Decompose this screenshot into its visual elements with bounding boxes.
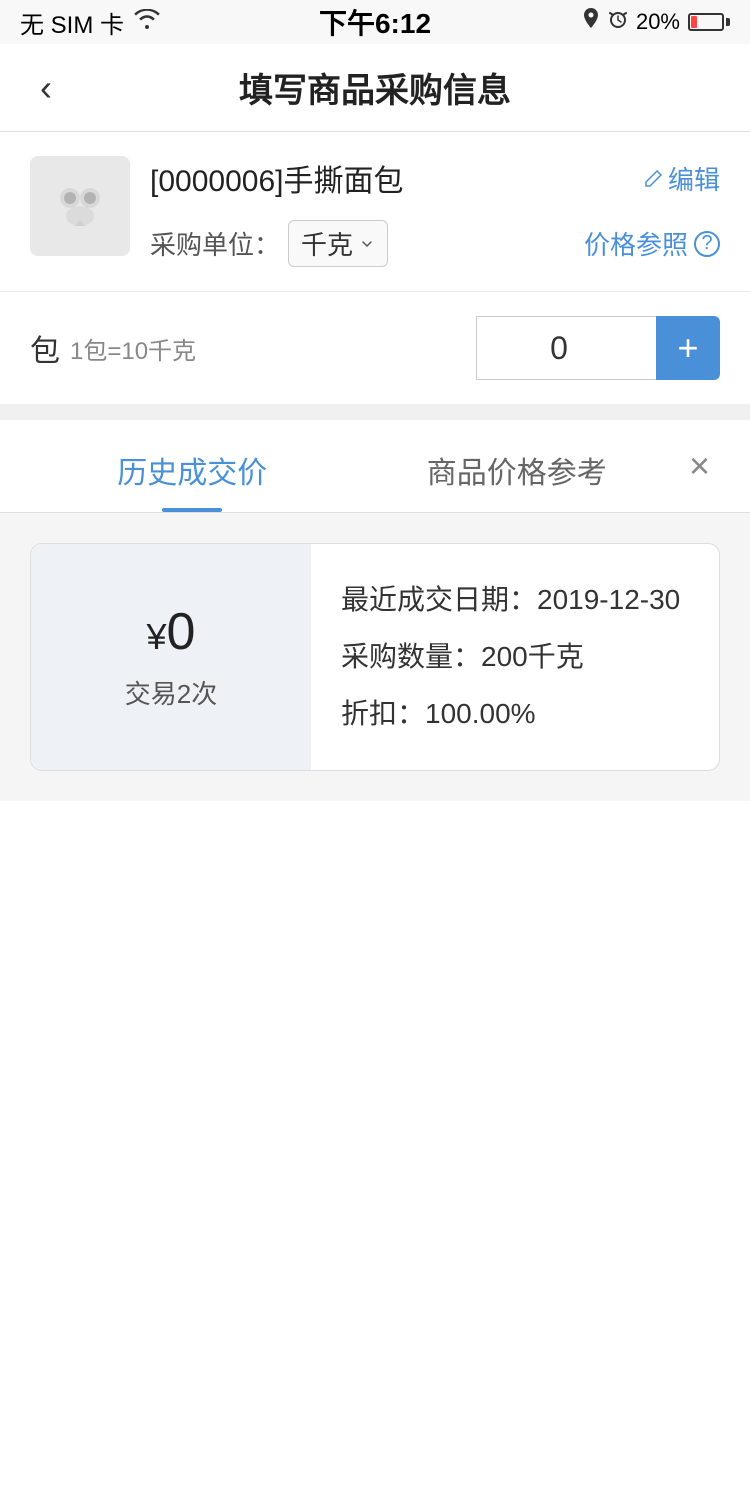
carrier-label: 无 SIM 卡 xyxy=(20,5,124,40)
quantity-plus-button[interactable]: + xyxy=(656,316,720,380)
page-title: 填写商品采购信息 xyxy=(239,63,511,112)
product-thumbnail xyxy=(30,156,130,256)
unit-info: 包 1包=10千克 xyxy=(30,326,196,370)
quantity-input[interactable] xyxy=(476,316,656,380)
page-bottom xyxy=(0,801,750,1501)
product-section: [0000006]手撕面包 编辑 采购单位： 千克 xyxy=(0,132,750,291)
nav-bar: ‹ 填写商品采购信息 xyxy=(0,44,750,132)
price-card: ¥0 交易2次 最近成交日期：2019-12-30 采购数量：200千克 折扣：… xyxy=(30,543,720,771)
card-section: ¥0 交易2次 最近成交日期：2019-12-30 采购数量：200千克 折扣：… xyxy=(0,513,750,801)
battery-icon xyxy=(688,13,730,31)
back-button[interactable]: ‹ xyxy=(30,57,62,119)
trade-count: 交易2次 xyxy=(125,674,217,711)
tab-price-reference[interactable]: 商品价格参考 xyxy=(354,420,678,512)
card-left: ¥0 交易2次 xyxy=(31,544,311,770)
tabs-header: 历史成交价 商品价格参考 × xyxy=(0,420,750,512)
price-display: ¥0 xyxy=(147,602,196,662)
tabs-section: 历史成交价 商品价格参考 × xyxy=(0,420,750,513)
unit-conversion: 1包=10千克 xyxy=(70,331,196,366)
purchase-quantity-row: 采购数量：200千克 xyxy=(341,637,689,676)
unit-box-label: 包 xyxy=(30,326,60,370)
tab-close-button[interactable]: × xyxy=(679,435,720,497)
status-right: 20% xyxy=(582,8,730,36)
status-left: 无 SIM 卡 xyxy=(20,5,160,40)
alarm-icon xyxy=(608,9,628,35)
help-icon: ? xyxy=(694,231,720,257)
product-details: [0000006]手撕面包 编辑 采购单位： 千克 xyxy=(150,156,720,267)
tab-history-price[interactable]: 历史成交价 xyxy=(30,420,354,512)
unit-label: 采购单位： xyxy=(150,225,280,262)
wifi-icon xyxy=(134,8,160,36)
unit-select[interactable]: 千克 xyxy=(288,220,388,267)
status-bar: 无 SIM 卡 下午6:12 20% xyxy=(0,0,750,44)
last-date-row: 最近成交日期：2019-12-30 xyxy=(341,580,689,619)
battery-percent: 20% xyxy=(636,9,680,35)
quantity-section: 包 1包=10千克 + xyxy=(0,291,750,404)
card-right: 最近成交日期：2019-12-30 采购数量：200千克 折扣：100.00% xyxy=(311,544,719,770)
discount-row: 折扣：100.00% xyxy=(341,694,689,733)
location-icon xyxy=(582,8,600,36)
product-name: [0000006]手撕面包 xyxy=(150,156,403,200)
status-time: 下午6:12 xyxy=(319,2,431,42)
edit-button[interactable]: 编辑 xyxy=(644,160,720,197)
price-ref-button[interactable]: 价格参照 ? xyxy=(584,225,720,262)
quantity-controls: + xyxy=(476,316,720,380)
section-divider xyxy=(0,404,750,420)
